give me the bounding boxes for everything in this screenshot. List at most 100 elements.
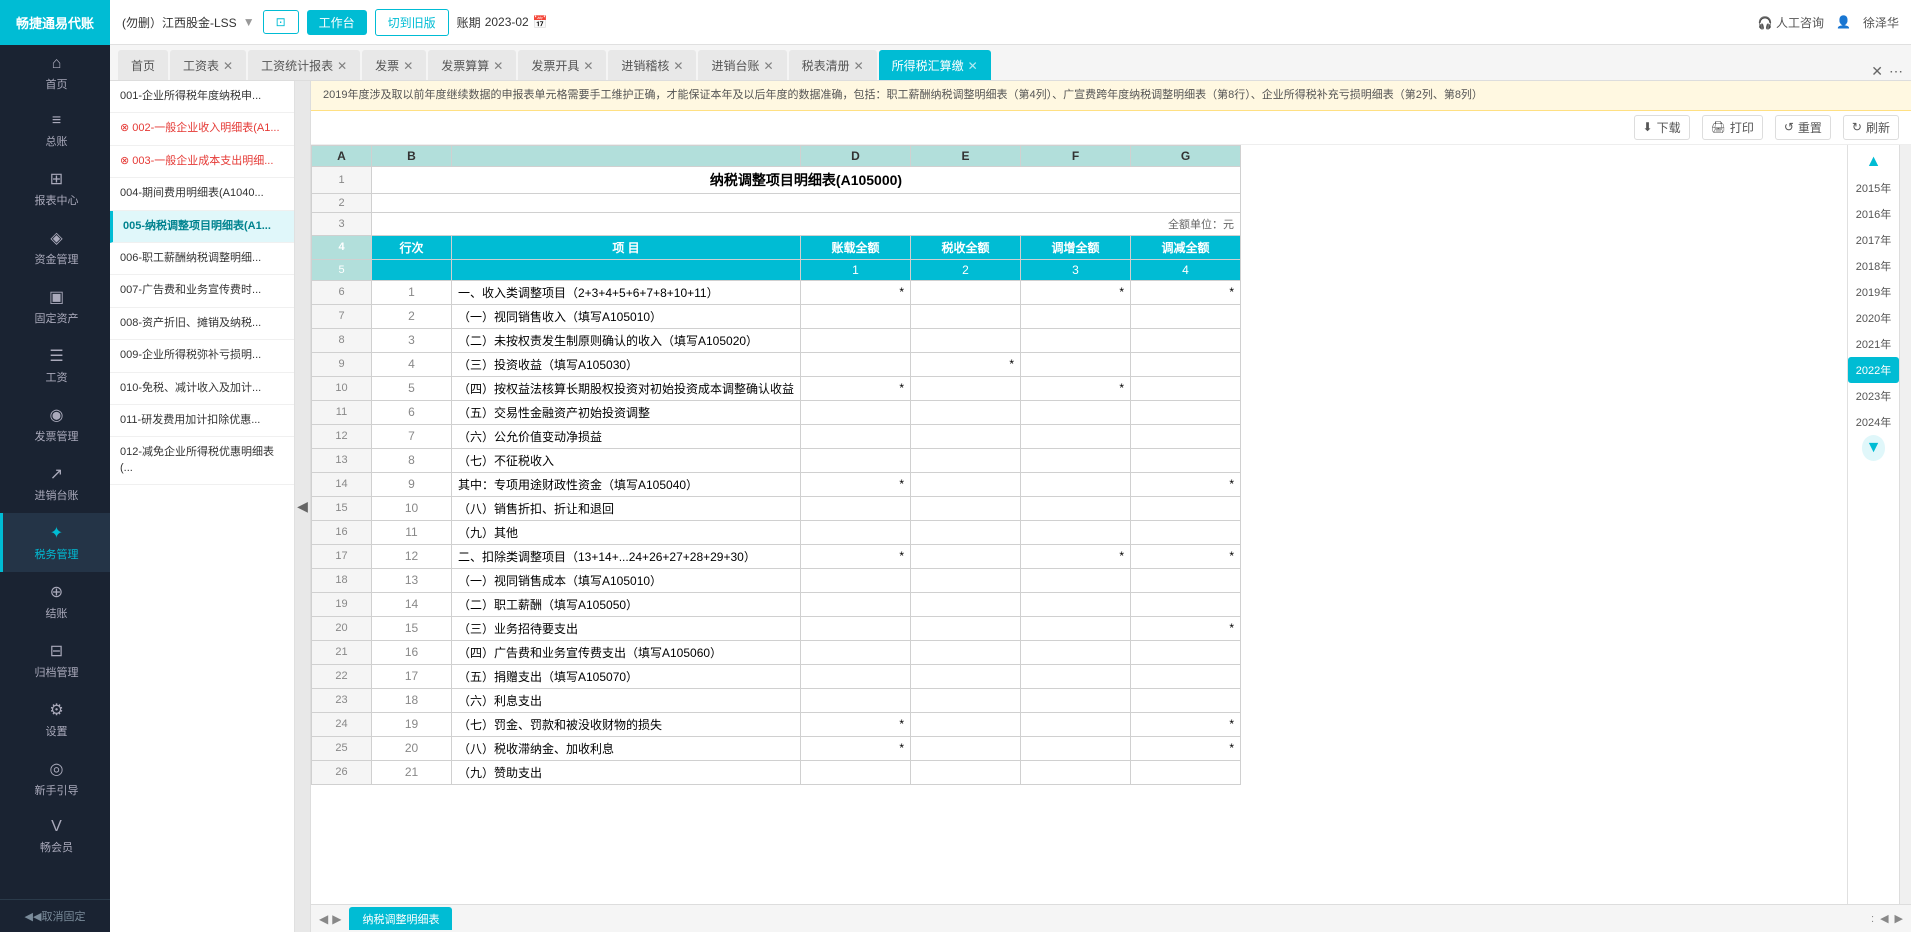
tab-close-import-ledger[interactable]: ✕	[764, 59, 774, 73]
tab-import-check[interactable]: 进销稽核 ✕	[608, 50, 696, 80]
reset-button[interactable]: ↺ 重置	[1775, 115, 1831, 140]
item-text-14[interactable]: （三）业务招待要支出	[452, 616, 801, 640]
left-item-009[interactable]: 009-企业所得税弥补亏损明...	[110, 340, 294, 372]
data-col4-14[interactable]: *	[1131, 616, 1241, 640]
data-col2-15[interactable]	[911, 640, 1021, 664]
data-col3-10[interactable]	[1021, 520, 1131, 544]
switch-version-button[interactable]: 切到旧版	[375, 9, 449, 36]
data-col3-9[interactable]	[1021, 496, 1131, 520]
tab-invoice[interactable]: 发票 ✕	[362, 50, 426, 80]
tab-payroll-stats[interactable]: 工资统计报表 ✕	[248, 50, 360, 80]
data-col2-7[interactable]	[911, 448, 1021, 472]
data-col1-18[interactable]: *	[801, 712, 911, 736]
item-text-18[interactable]: （七）罚金、罚款和被没收财物的损失	[452, 712, 801, 736]
item-text-19[interactable]: （八）税收滞纳金、加收利息	[452, 736, 801, 760]
data-col1-8[interactable]: *	[801, 472, 911, 496]
item-text-8[interactable]: 其中：专项用途财政性资金（填写A105040）	[452, 472, 801, 496]
item-text-7[interactable]: （七）不征税收入	[452, 448, 801, 472]
tab-close-invoice-open[interactable]: ✕	[583, 59, 593, 73]
data-col4-6[interactable]	[1131, 424, 1241, 448]
data-col2-20[interactable]	[911, 760, 1021, 784]
data-col3-19[interactable]	[1021, 736, 1131, 760]
year-scroll-up[interactable]: ▲	[1862, 149, 1886, 175]
data-col4-1[interactable]	[1131, 304, 1241, 328]
sidebar-item-archive[interactable]: ⊟归档管理	[0, 631, 110, 690]
tab-close-import-check[interactable]: ✕	[673, 59, 683, 73]
data-col4-8[interactable]: *	[1131, 472, 1241, 496]
data-col4-11[interactable]: *	[1131, 544, 1241, 568]
data-col2-5[interactable]	[911, 400, 1021, 424]
spreadsheet-scroll[interactable]: A B D E F G 1	[311, 145, 1847, 905]
data-col3-14[interactable]	[1021, 616, 1131, 640]
tab-close-tax-clearance[interactable]: ✕	[854, 59, 864, 73]
tab-next-icon[interactable]: ▶	[332, 912, 341, 926]
data-col3-0[interactable]: *	[1021, 280, 1131, 304]
year-item-2018年[interactable]: 2018年	[1848, 253, 1899, 279]
data-col3-11[interactable]: *	[1021, 544, 1131, 568]
sidebar-item-ledger[interactable]: ≡总账	[0, 102, 110, 159]
left-item-012[interactable]: 012-减免企业所得税优惠明细表(...	[110, 437, 294, 485]
data-col4-12[interactable]	[1131, 568, 1241, 592]
data-col4-4[interactable]	[1131, 376, 1241, 400]
year-item-2017年[interactable]: 2017年	[1848, 227, 1899, 253]
tab-invoice-calc[interactable]: 发票算算 ✕	[428, 50, 516, 80]
data-col2-19[interactable]	[911, 736, 1021, 760]
item-text-15[interactable]: （四）广告费和业务宣传费支出（填写A105060）	[452, 640, 801, 664]
tab-close-payroll-stats[interactable]: ✕	[337, 59, 347, 73]
data-col2-1[interactable]	[911, 304, 1021, 328]
data-col1-15[interactable]	[801, 640, 911, 664]
collapse-panel-button[interactable]: ◀	[295, 81, 311, 932]
data-col4-9[interactable]	[1131, 496, 1241, 520]
data-col1-4[interactable]: *	[801, 376, 911, 400]
data-col2-9[interactable]	[911, 496, 1021, 520]
sheet-tab-main[interactable]: 纳税调整明细表	[349, 907, 452, 930]
data-col1-19[interactable]: *	[801, 736, 911, 760]
tab-close-invoice[interactable]: ✕	[403, 59, 413, 73]
tab-close-payroll[interactable]: ✕	[223, 59, 233, 73]
item-text-20[interactable]: （九）赞助支出	[452, 760, 801, 784]
sidebar-item-import-ledger[interactable]: ↗进销台账	[0, 454, 110, 513]
tab-income-tax[interactable]: 所得税汇算缴 ✕	[879, 50, 991, 80]
left-item-004[interactable]: 004-期间费用明细表(A1040...	[110, 178, 294, 210]
item-text-9[interactable]: （八）销售折扣、折让和退回	[452, 496, 801, 520]
h-scroll-prev[interactable]: ◀	[1880, 912, 1888, 925]
data-col2-12[interactable]	[911, 568, 1021, 592]
sidebar-item-settings[interactable]: ⚙设置	[0, 690, 110, 749]
sidebar-item-reports[interactable]: ⊞报表中心	[0, 159, 110, 218]
item-text-4[interactable]: （四）按权益法核算长期股权投资对初始投资成本调整确认收益	[452, 376, 801, 400]
v-scrollbar[interactable]	[1899, 145, 1911, 905]
data-col3-8[interactable]	[1021, 472, 1131, 496]
data-col2-17[interactable]	[911, 688, 1021, 712]
item-text-17[interactable]: （六）利息支出	[452, 688, 801, 712]
tab-import-ledger[interactable]: 进销台账 ✕	[698, 50, 786, 80]
data-col4-2[interactable]	[1131, 328, 1241, 352]
data-col1-0[interactable]: *	[801, 280, 911, 304]
tab-payroll[interactable]: 工资表 ✕	[170, 50, 246, 80]
item-text-16[interactable]: （五）捐赠支出（填写A105070）	[452, 664, 801, 688]
year-item-2021年[interactable]: 2021年	[1848, 331, 1899, 357]
tab-close-invoice-calc[interactable]: ✕	[493, 59, 503, 73]
data-col4-19[interactable]: *	[1131, 736, 1241, 760]
copy-button[interactable]: ⊡	[263, 10, 299, 34]
tab-invoice-open[interactable]: 发票开具 ✕	[518, 50, 606, 80]
left-item-003[interactable]: ⊗003-一般企业成本支出明细...	[110, 146, 294, 178]
sidebar-item-home[interactable]: ⌂首页	[0, 45, 110, 102]
data-col1-14[interactable]	[801, 616, 911, 640]
left-item-005[interactable]: 005-纳税调整项目明细表(A1...	[110, 211, 294, 243]
left-item-010[interactable]: 010-免税、减计收入及加计...	[110, 373, 294, 405]
download-button[interactable]: ⬇ 下载	[1634, 115, 1690, 140]
user-name[interactable]: 徐泽华	[1863, 14, 1899, 31]
data-col4-13[interactable]	[1131, 592, 1241, 616]
left-item-002[interactable]: ⊗002-一般企业收入明细表(A1...	[110, 113, 294, 145]
year-item-2015年[interactable]: 2015年	[1848, 175, 1899, 201]
data-col4-15[interactable]	[1131, 640, 1241, 664]
item-text-13[interactable]: （二）职工薪酬（填写A105050）	[452, 592, 801, 616]
left-item-001[interactable]: 001-企业所得税年度纳税申...	[110, 81, 294, 113]
year-item-2016年[interactable]: 2016年	[1848, 201, 1899, 227]
data-col3-17[interactable]	[1021, 688, 1131, 712]
data-col3-4[interactable]: *	[1021, 376, 1131, 400]
left-item-008[interactable]: 008-资产折旧、摊销及纳税...	[110, 308, 294, 340]
data-col4-5[interactable]	[1131, 400, 1241, 424]
data-col2-13[interactable]	[911, 592, 1021, 616]
data-col3-16[interactable]	[1021, 664, 1131, 688]
